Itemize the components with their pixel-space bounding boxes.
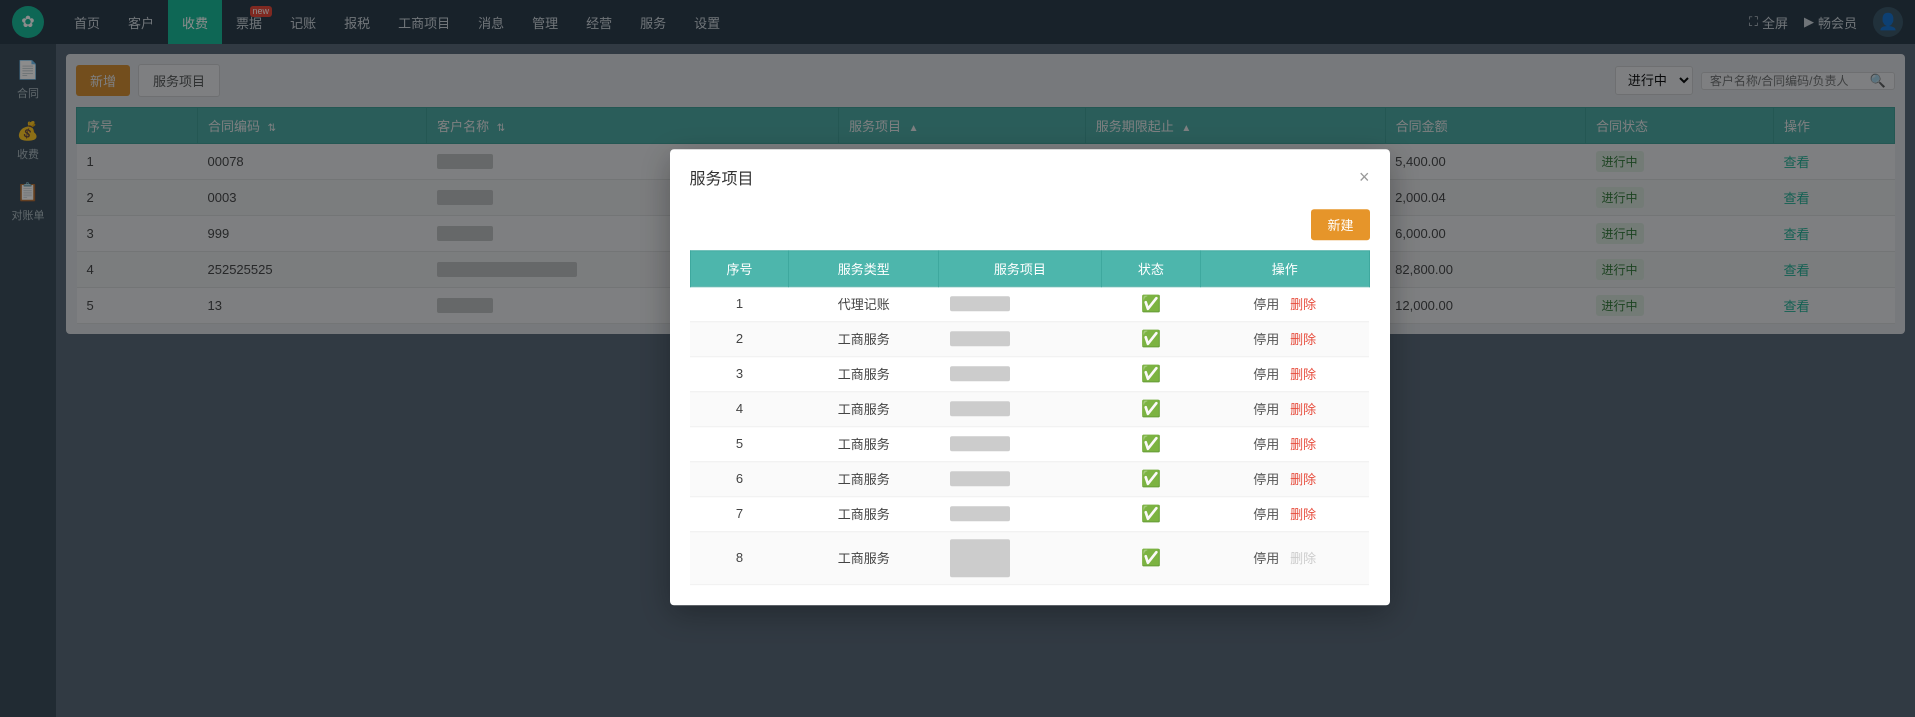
stop-button[interactable]: 停用: [1253, 297, 1279, 312]
stop-button[interactable]: 停用: [1253, 507, 1279, 522]
modal-cell-status: ✅: [1101, 426, 1200, 461]
modal-table-row: 7 工商服务 ████ ✅ 停用 删除: [690, 496, 1369, 531]
modal-cell-action: 停用 删除: [1200, 496, 1369, 531]
modal-col-status: 状态: [1101, 250, 1200, 286]
stop-button[interactable]: 停用: [1253, 551, 1279, 566]
stop-button[interactable]: 停用: [1253, 402, 1279, 417]
status-check-icon: ✅: [1141, 331, 1161, 348]
modal-table-row: 1 代理记账 ████ 1 ✅ 停用 删除: [690, 286, 1369, 321]
modal-cell-item: ████ 1: [938, 286, 1101, 321]
modal-cell-type: 工商服务: [789, 461, 938, 496]
stop-button[interactable]: 停用: [1253, 472, 1279, 487]
delete-button[interactable]: 删除: [1290, 402, 1316, 417]
service-modal: 服务项目 × 新建 序号 服务类型 服务项目 状态 操作 1 代理记账 ████: [670, 149, 1390, 605]
modal-cell-status: ✅: [1101, 356, 1200, 391]
modal-cell-seq: 7: [690, 496, 789, 531]
modal-close-button[interactable]: ×: [1359, 168, 1370, 186]
modal-cell-type: 工商服务: [789, 391, 938, 426]
modal-cell-item: ████: [938, 321, 1101, 356]
modal-cell-status: ✅: [1101, 286, 1200, 321]
modal-cell-type: 工商服务: [789, 531, 938, 584]
status-check-icon: ✅: [1141, 401, 1161, 418]
modal-cell-item: ████: [938, 426, 1101, 461]
modal-cell-action: 停用 删除: [1200, 356, 1369, 391]
delete-button[interactable]: 删除: [1290, 437, 1316, 452]
modal-toolbar: 新建: [690, 209, 1370, 240]
stop-button[interactable]: 停用: [1253, 437, 1279, 452]
modal-cell-item: ████████: [938, 461, 1101, 496]
modal-cell-item: ████: [938, 496, 1101, 531]
modal-cell-seq: 2: [690, 321, 789, 356]
modal-header: 服务项目 ×: [670, 149, 1390, 199]
delete-button[interactable]: 删除: [1290, 332, 1316, 347]
modal-cell-status: ✅: [1101, 496, 1200, 531]
modal-cell-status: ✅: [1101, 531, 1200, 584]
modal-cell-seq: 1: [690, 286, 789, 321]
modal-cell-type: 工商服务: [789, 426, 938, 461]
modal-table-scroll[interactable]: 序号 服务类型 服务项目 状态 操作 1 代理记账 ████ 1 ✅ 停用 删除…: [690, 250, 1370, 585]
status-check-icon: ✅: [1141, 436, 1161, 453]
modal-cell-seq: 4: [690, 391, 789, 426]
modal-cell-seq: 6: [690, 461, 789, 496]
modal-cell-action: 停用 删除: [1200, 426, 1369, 461]
modal-cell-seq: 3: [690, 356, 789, 391]
modal-cell-type: 代理记账: [789, 286, 938, 321]
modal-cell-status: ✅: [1101, 391, 1200, 426]
modal-table-row: 5 工商服务 ████ ✅ 停用 删除: [690, 426, 1369, 461]
modal-table-row: 3 工商服务 ████ ✅ 停用 删除: [690, 356, 1369, 391]
status-check-icon: ✅: [1141, 471, 1161, 488]
modal-cell-item: ████: [938, 391, 1101, 426]
modal-cell-type: 工商服务: [789, 321, 938, 356]
delete-button[interactable]: 删除: [1290, 297, 1316, 312]
modal-cell-item: ████注册: [938, 531, 1101, 584]
modal-col-seq: 序号: [690, 250, 789, 286]
modal-cell-action: 停用 删除: [1200, 531, 1369, 584]
modal-table-row: 6 工商服务 ████████ ✅ 停用 删除: [690, 461, 1369, 496]
delete-button[interactable]: 删除: [1290, 367, 1316, 382]
modal-table-row: 2 工商服务 ████ ✅ 停用 删除: [690, 321, 1369, 356]
modal-title: 服务项目: [690, 165, 754, 189]
modal-body: 新建 序号 服务类型 服务项目 状态 操作 1 代理记账 ████ 1 ✅: [670, 199, 1390, 605]
stop-button[interactable]: 停用: [1253, 332, 1279, 347]
status-check-icon: ✅: [1141, 296, 1161, 313]
status-check-icon: ✅: [1141, 550, 1161, 567]
modal-cell-item: ████: [938, 356, 1101, 391]
modal-cell-seq: 8: [690, 531, 789, 584]
modal-col-item: 服务项目: [938, 250, 1101, 286]
modal-table-row: 8 工商服务 ████注册 ✅ 停用 删除: [690, 531, 1369, 584]
delete-button[interactable]: 删除: [1290, 507, 1316, 522]
modal-cell-type: 工商服务: [789, 496, 938, 531]
modal-table: 序号 服务类型 服务项目 状态 操作 1 代理记账 ████ 1 ✅ 停用 删除…: [690, 250, 1370, 585]
status-check-icon: ✅: [1141, 366, 1161, 383]
modal-cell-seq: 5: [690, 426, 789, 461]
modal-col-action: 操作: [1200, 250, 1369, 286]
delete-button: 删除: [1290, 551, 1316, 566]
modal-new-button[interactable]: 新建: [1311, 209, 1369, 240]
delete-button[interactable]: 删除: [1290, 472, 1316, 487]
stop-button[interactable]: 停用: [1253, 367, 1279, 382]
modal-cell-status: ✅: [1101, 321, 1200, 356]
modal-cell-action: 停用 删除: [1200, 286, 1369, 321]
modal-cell-action: 停用 删除: [1200, 321, 1369, 356]
modal-cell-type: 工商服务: [789, 356, 938, 391]
status-check-icon: ✅: [1141, 506, 1161, 523]
modal-table-row: 4 工商服务 ████ ✅ 停用 删除: [690, 391, 1369, 426]
modal-cell-status: ✅: [1101, 461, 1200, 496]
modal-col-type: 服务类型: [789, 250, 938, 286]
modal-cell-action: 停用 删除: [1200, 391, 1369, 426]
modal-cell-action: 停用 删除: [1200, 461, 1369, 496]
